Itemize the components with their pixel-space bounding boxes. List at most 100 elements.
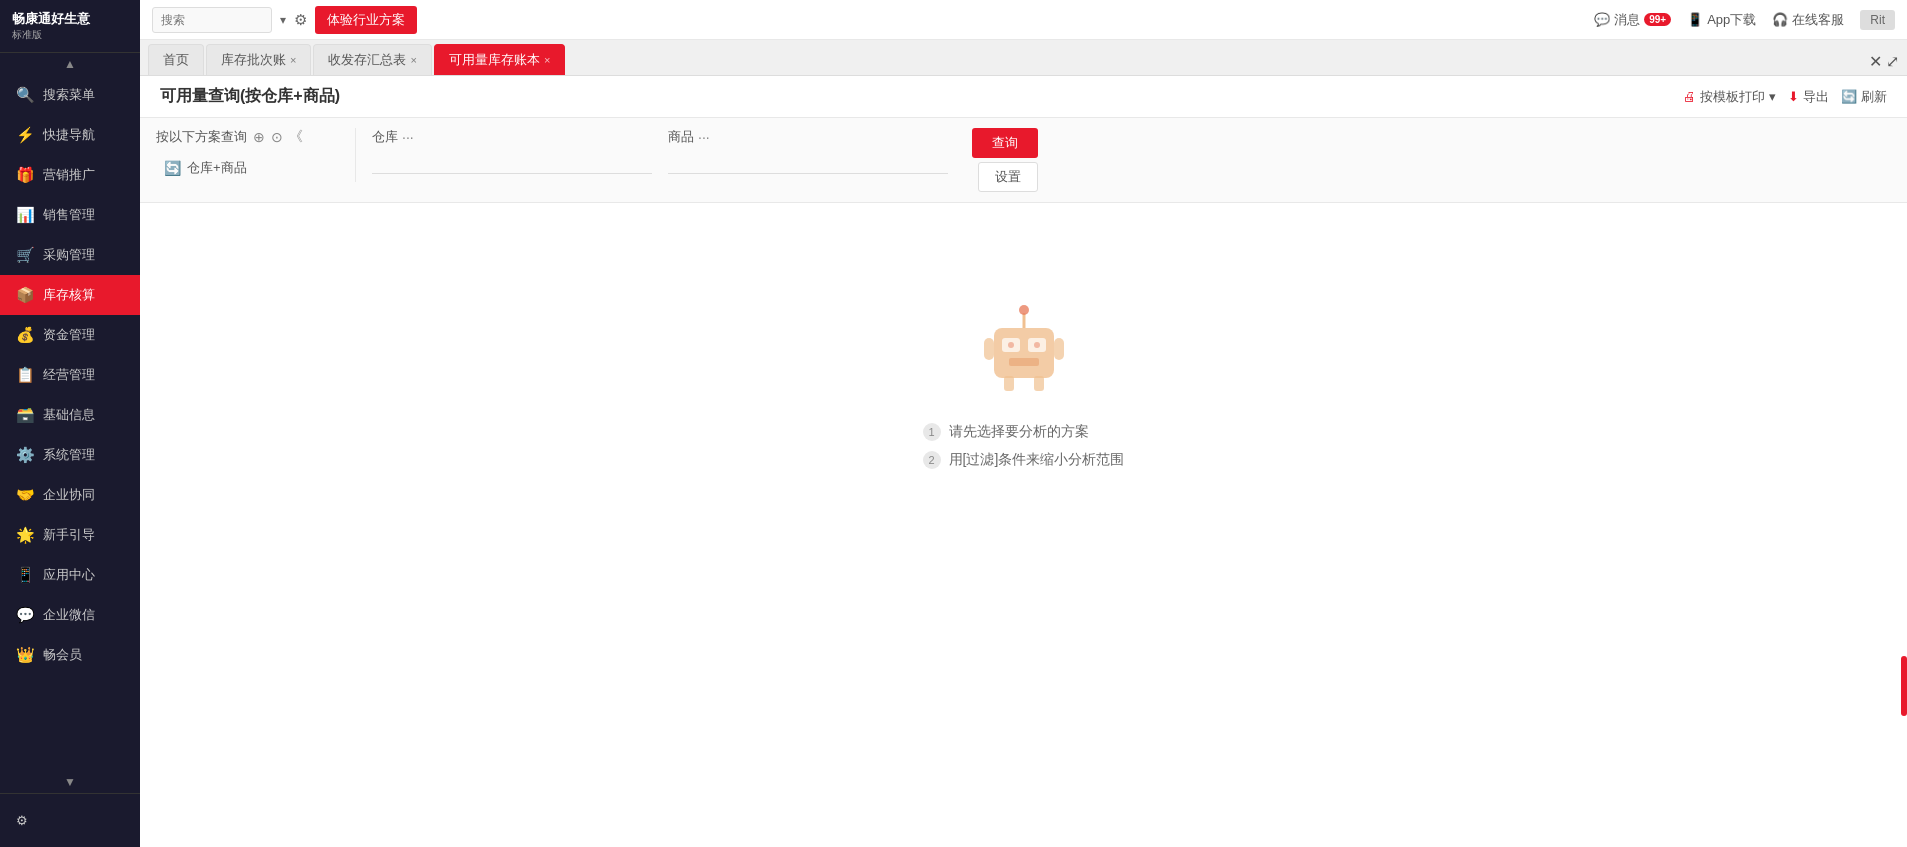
sidebar-item-system[interactable]: ⚙️ 系统管理 bbox=[0, 435, 140, 475]
scheme-item-warehouse-goods[interactable]: 🔄 仓库+商品 bbox=[156, 154, 343, 182]
refresh-btn[interactable]: 🔄 刷新 bbox=[1841, 88, 1887, 106]
sidebar-item-marketing[interactable]: 🎁 营销推广 bbox=[0, 155, 140, 195]
sidebar-item-label: 系统管理 bbox=[43, 446, 95, 464]
industry-btn[interactable]: 体验行业方案 bbox=[315, 6, 417, 34]
scroll-down-btn[interactable]: ▼ bbox=[0, 771, 140, 793]
sidebar-settings[interactable]: ⚙ bbox=[0, 802, 140, 839]
print-btn[interactable]: 🖨 按模板打印 ▾ bbox=[1683, 88, 1776, 106]
sidebar-item-member[interactable]: 👑 畅会员 bbox=[0, 635, 140, 675]
topbar-right: 💬 消息 99+ 📱 App下载 🎧 在线客服 Rit bbox=[1594, 10, 1895, 30]
warehouse-input[interactable] bbox=[372, 150, 652, 174]
filter-conditions: 仓库 ··· 商品 ··· 查询 设置 bbox=[356, 128, 1891, 192]
sidebar-item-newbie[interactable]: 🌟 新手引导 bbox=[0, 515, 140, 555]
message-badge: 99+ bbox=[1644, 13, 1671, 26]
filter-warehouse: 仓库 ··· bbox=[372, 128, 652, 174]
edit-scheme-btn[interactable]: ⊙ bbox=[271, 129, 283, 145]
sidebar-item-label: 企业微信 bbox=[43, 606, 95, 624]
wechat-icon: 💬 bbox=[16, 606, 35, 624]
svg-rect-7 bbox=[1034, 376, 1044, 391]
sidebar-item-label: 营销推广 bbox=[43, 166, 95, 184]
sidebar-item-enterprise[interactable]: 🤝 企业协同 bbox=[0, 475, 140, 515]
empty-state: 1 请先选择要分析的方案 2 用[过滤]条件来缩小分析范围 bbox=[140, 203, 1907, 549]
page-header: 可用量查询(按仓库+商品) 🖨 按模板打印 ▾ ⬇ 导出 🔄 刷新 bbox=[140, 76, 1907, 118]
newbie-icon: 🌟 bbox=[16, 526, 35, 544]
empty-tip-1: 1 请先选择要分析的方案 bbox=[923, 423, 1125, 441]
cog-icon: ⚙ bbox=[16, 813, 28, 828]
goods-more-btn[interactable]: ··· bbox=[698, 129, 710, 145]
system-icon: ⚙️ bbox=[16, 446, 35, 464]
svg-rect-5 bbox=[1054, 338, 1064, 360]
expand-btn[interactable]: ⤢ bbox=[1886, 52, 1899, 71]
sidebar-item-label: 资金管理 bbox=[43, 326, 95, 344]
right-scrollbar[interactable] bbox=[1901, 656, 1907, 716]
sidebar-item-operations[interactable]: 📋 经营管理 bbox=[0, 355, 140, 395]
empty-illustration bbox=[964, 283, 1084, 403]
warehouse-input-row: 仓库 ··· bbox=[372, 128, 652, 146]
scheme-icon: 🔄 bbox=[164, 160, 181, 176]
tab-batch-account[interactable]: 库存批次账 × bbox=[206, 44, 311, 75]
sidebar-item-wechat[interactable]: 💬 企业微信 bbox=[0, 595, 140, 635]
tab-available-ledger-close[interactable]: × bbox=[544, 54, 550, 66]
filter-panel: 按以下方案查询 ⊕ ⊙ 《 🔄 仓库+商品 仓库 ··· bbox=[140, 118, 1907, 203]
goods-label: 商品 bbox=[668, 128, 694, 146]
sidebar-item-finance[interactable]: 💰 资金管理 bbox=[0, 315, 140, 355]
sidebar-item-label: 基础信息 bbox=[43, 406, 95, 424]
export-btn[interactable]: ⬇ 导出 bbox=[1788, 88, 1829, 106]
print-label: 按模板打印 bbox=[1700, 88, 1765, 106]
tab-collect-summary[interactable]: 收发存汇总表 × bbox=[313, 44, 431, 75]
basic-icon: 🗃️ bbox=[16, 406, 35, 424]
message-label: 消息 bbox=[1614, 11, 1640, 29]
app-download-label: App下载 bbox=[1707, 11, 1756, 29]
topbar: ▾ ⚙ 体验行业方案 💬 消息 99+ 📱 App下载 🎧 在线客服 Rit bbox=[140, 0, 1907, 40]
add-scheme-btn[interactable]: ⊕ bbox=[253, 129, 265, 145]
ops-icon: 📋 bbox=[16, 366, 35, 384]
refresh-icon: 🔄 bbox=[1841, 89, 1857, 104]
tab-collect-summary-close[interactable]: × bbox=[410, 54, 416, 66]
message-btn[interactable]: 💬 消息 99+ bbox=[1594, 11, 1671, 29]
sidebar-item-purchase[interactable]: 🛒 采购管理 bbox=[0, 235, 140, 275]
search-icon: 🔍 bbox=[16, 86, 35, 104]
app-icon: 📱 bbox=[16, 566, 35, 584]
tab-home-label: 首页 bbox=[163, 51, 189, 69]
tab-collect-summary-label: 收发存汇总表 bbox=[328, 51, 406, 69]
svg-rect-3 bbox=[1009, 358, 1039, 366]
member-icon: 👑 bbox=[16, 646, 35, 664]
filter-schemes: 按以下方案查询 ⊕ ⊙ 《 🔄 仓库+商品 bbox=[156, 128, 356, 182]
chart-icon: 📊 bbox=[16, 206, 35, 224]
sidebar-item-label: 经营管理 bbox=[43, 366, 95, 384]
close-all-btn[interactable]: ✕ bbox=[1869, 52, 1882, 71]
sidebar-item-sales[interactable]: 📊 销售管理 bbox=[0, 195, 140, 235]
app-download-btn[interactable]: 📱 App下载 bbox=[1687, 11, 1756, 29]
warehouse-label: 仓库 bbox=[372, 128, 398, 146]
dropdown-btn[interactable]: ▾ bbox=[280, 13, 286, 27]
tip-text-2: 用[过滤]条件来缩小分析范围 bbox=[949, 451, 1125, 469]
scroll-up-btn[interactable]: ▲ bbox=[0, 53, 140, 75]
gear-icon[interactable]: ⚙ bbox=[294, 11, 307, 29]
goods-input[interactable] bbox=[668, 150, 948, 174]
svg-rect-6 bbox=[1004, 376, 1014, 391]
collapse-btn[interactable]: 《 bbox=[289, 128, 303, 146]
search-input[interactable] bbox=[152, 7, 272, 33]
tip-num-2: 2 bbox=[923, 451, 941, 469]
tab-batch-account-close[interactable]: × bbox=[290, 54, 296, 66]
sidebar-item-shortcut[interactable]: ⚡ 快捷导航 bbox=[0, 115, 140, 155]
filter-schemes-header: 按以下方案查询 ⊕ ⊙ 《 bbox=[156, 128, 343, 146]
shortcut-icon: ⚡ bbox=[16, 126, 35, 144]
warehouse-more-btn[interactable]: ··· bbox=[402, 129, 414, 145]
svg-rect-0 bbox=[994, 328, 1054, 378]
scheme-item-label: 仓库+商品 bbox=[187, 159, 247, 177]
query-btn[interactable]: 查询 bbox=[972, 128, 1038, 158]
app-tag: 标准版 bbox=[12, 28, 128, 42]
sidebar-item-basic[interactable]: 🗃️ 基础信息 bbox=[0, 395, 140, 435]
user-avatar[interactable]: Rit bbox=[1860, 10, 1895, 30]
tab-available-ledger[interactable]: 可用量库存账本 × bbox=[434, 44, 565, 75]
goods-input-row: 商品 ··· bbox=[668, 128, 948, 146]
sidebar-item-label: 应用中心 bbox=[43, 566, 95, 584]
tab-home[interactable]: 首页 bbox=[148, 44, 204, 75]
sidebar-item-search[interactable]: 🔍 搜索菜单 bbox=[0, 75, 140, 115]
online-service-btn[interactable]: 🎧 在线客服 bbox=[1772, 11, 1844, 29]
sidebar-item-label: 销售管理 bbox=[43, 206, 95, 224]
settings-btn[interactable]: 设置 bbox=[978, 162, 1038, 192]
sidebar-item-app[interactable]: 📱 应用中心 bbox=[0, 555, 140, 595]
sidebar-item-inventory[interactable]: 📦 库存核算 bbox=[0, 275, 140, 315]
